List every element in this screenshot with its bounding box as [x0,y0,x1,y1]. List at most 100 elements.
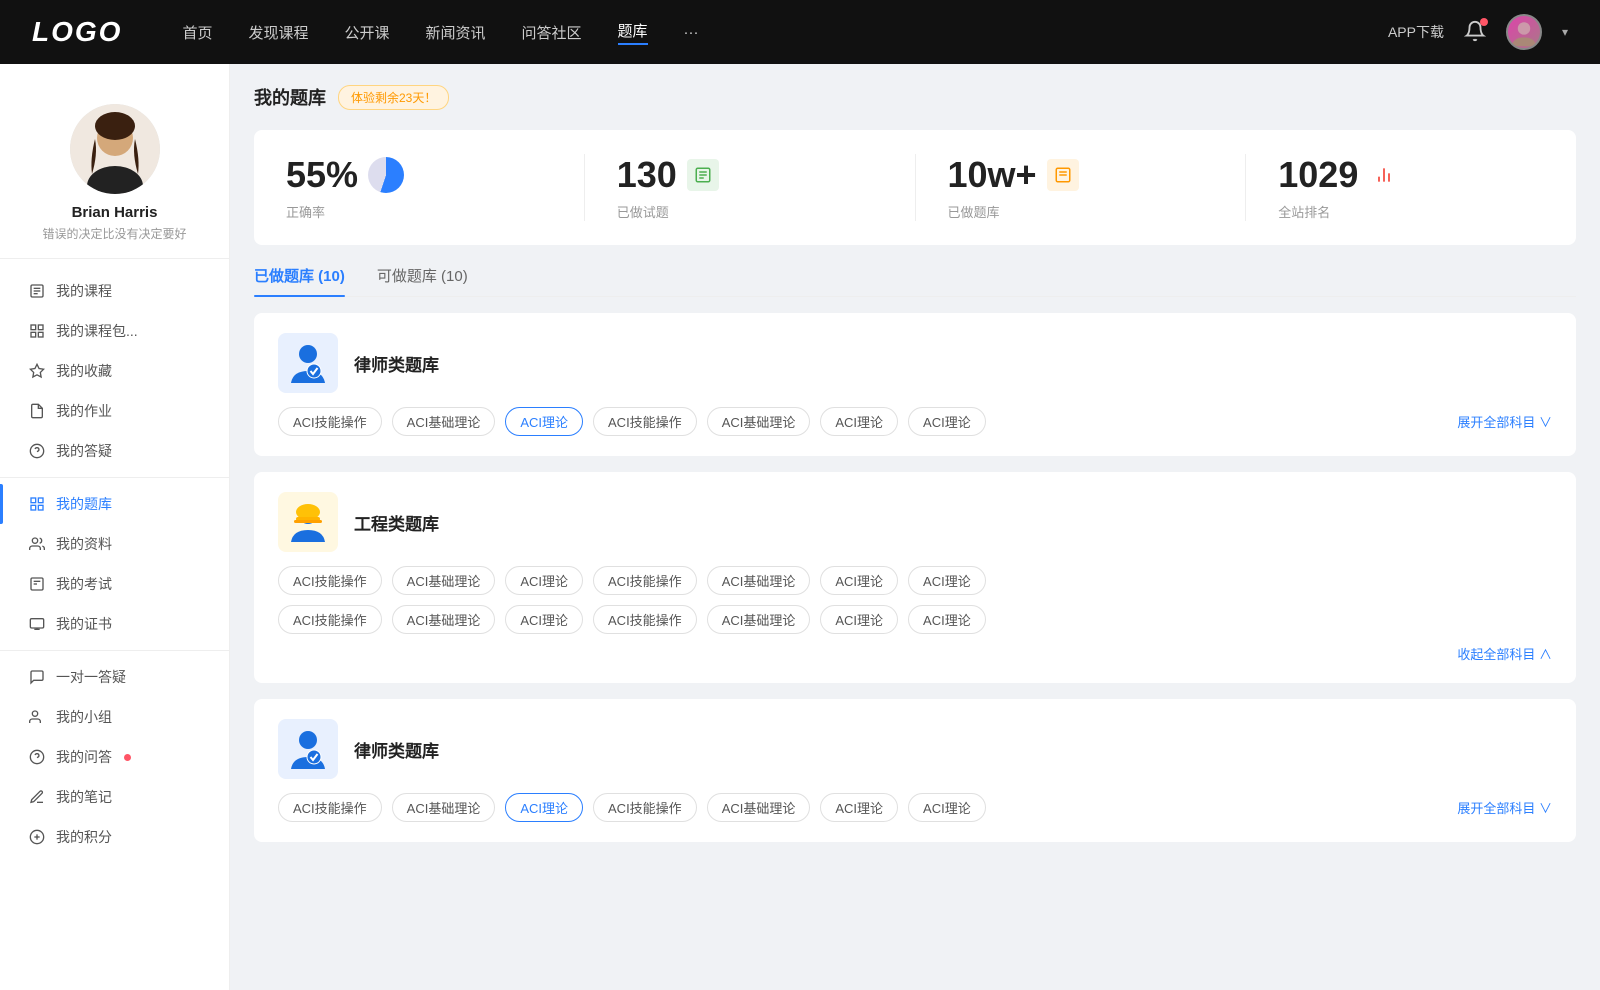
sidebar-item-cert[interactable]: 我的证书 [0,604,229,644]
sidebar: Brian Harris 错误的决定比没有决定要好 我的课程 [0,64,230,990]
qbank-header-lawyer-1: 律师类题库 [278,333,1552,393]
nav-item-questions[interactable]: 题库 [618,20,648,45]
notification-bell[interactable] [1464,20,1486,45]
profile-name: Brian Harris [72,204,158,221]
qbank-card-engineer: 工程类题库 ACI技能操作 ACI基础理论 ACI理论 ACI技能操作 ACI基… [254,472,1576,683]
sidebar-item-courses-label: 我的课程 [56,281,112,301]
sidebar-menu: 我的课程 我的课程包... 我的收藏 [0,267,229,861]
sidebar-item-profile[interactable]: 我的资料 [0,524,229,564]
tag-item[interactable]: ACI基础理论 [392,407,496,436]
tag-item[interactable]: ACI理论 [820,793,898,822]
sidebar-divider-1 [0,477,229,478]
sidebar-item-cert-label: 我的证书 [56,614,112,634]
tag-item[interactable]: ACI技能操作 [593,566,697,595]
sidebar-item-1on1[interactable]: 一对一答疑 [0,657,229,697]
sidebar-item-my-qa[interactable]: 我的答疑 [0,431,229,471]
qa-badge-dot [124,754,131,761]
tag-item[interactable]: ACI理论 [820,407,898,436]
sidebar-item-qbank-label: 我的题库 [56,494,112,514]
tag-item[interactable]: ACI技能操作 [593,407,697,436]
profile-section: Brian Harris 错误的决定比没有决定要好 [0,84,229,259]
sidebar-item-qa-posts-label: 我的问答 [56,747,112,767]
sidebar-item-notes[interactable]: 我的笔记 [0,777,229,817]
nav-menu: 首页 发现课程 公开课 新闻资讯 问答社区 题库 ··· [182,20,1388,45]
nav-item-more[interactable]: ··· [684,24,699,41]
pie-chart-icon [368,157,404,193]
nav-item-opencourse[interactable]: 公开课 [344,22,389,43]
tag-item[interactable]: ACI技能操作 [278,407,382,436]
tag-item[interactable]: ACI理论 [820,605,898,634]
sidebar-item-packages[interactable]: 我的课程包... [0,311,229,351]
tag-item[interactable]: ACI基础理论 [707,793,811,822]
sidebar-item-1on1-label: 一对一答疑 [56,667,126,687]
tag-item[interactable]: ACI理论 [820,566,898,595]
tag-item[interactable]: ACI技能操作 [278,605,382,634]
app-download-button[interactable]: APP下载 [1388,22,1444,42]
sidebar-item-qa-posts[interactable]: 我的问答 [0,737,229,777]
tag-item[interactable]: ACI基础理论 [392,605,496,634]
tag-item[interactable]: ACI基础理论 [707,407,811,436]
stat-top-done: 130 [617,154,719,196]
navbar-right: APP下载 ▾ [1388,14,1568,50]
stat-rank: 1029 全站排名 [1246,154,1576,221]
sidebar-item-homework[interactable]: 我的作业 [0,391,229,431]
tag-item[interactable]: ACI理论 [908,793,986,822]
stat-top-banks: 10w+ [948,154,1079,196]
expand-button-lawyer-1[interactable]: 展开全部科目 ∨ [1457,412,1552,431]
sidebar-item-qbank[interactable]: 我的题库 [0,484,229,524]
main-content: 我的题库 体验剩余23天！ 55% 正确率 130 [230,64,1600,990]
tag-item[interactable]: ACI理论 [908,407,986,436]
pencil-icon [28,788,46,806]
nav-item-news[interactable]: 新闻资讯 [426,22,486,43]
sidebar-item-exam[interactable]: 我的考试 [0,564,229,604]
note-icon [28,402,46,420]
stat-value-correct: 55% [286,154,358,196]
notification-dot [1480,18,1488,26]
tag-item[interactable]: ACI基础理论 [392,566,496,595]
green-doc-icon [687,159,719,191]
tag-item-active[interactable]: ACI理论 [505,793,583,822]
tag-item[interactable]: ACI技能操作 [593,793,697,822]
tag-item[interactable]: ACI基础理论 [392,793,496,822]
nav-item-home[interactable]: 首页 [182,22,212,43]
logo[interactable]: LOGO [32,16,122,48]
sidebar-item-group[interactable]: 我的小组 [0,697,229,737]
tag-item[interactable]: ACI基础理论 [707,605,811,634]
nav-item-qa[interactable]: 问答社区 [522,22,582,43]
sidebar-item-homework-label: 我的作业 [56,401,112,421]
qbank-header-lawyer-2: 律师类题库 [278,719,1552,779]
tag-item-active[interactable]: ACI理论 [505,407,583,436]
user-avatar[interactable] [1506,14,1542,50]
stat-label-banks: 已做题库 [948,202,1000,221]
sidebar-item-my-qa-label: 我的答疑 [56,441,112,461]
tag-item[interactable]: ACI技能操作 [278,566,382,595]
star-icon [28,362,46,380]
stat-label-rank: 全站排名 [1278,202,1330,221]
sidebar-item-courses[interactable]: 我的课程 [0,271,229,311]
sidebar-item-points[interactable]: 我的积分 [0,817,229,857]
expand-button-lawyer-2[interactable]: 展开全部科目 ∨ [1457,798,1552,817]
stat-done-banks: 10w+ 已做题库 [916,154,1247,221]
qbank-icon-lawyer-1 [278,333,338,393]
tag-item[interactable]: ACI理论 [908,605,986,634]
nav-item-discover[interactable]: 发现课程 [248,22,308,43]
qa-icon [28,748,46,766]
tag-item[interactable]: ACI技能操作 [278,793,382,822]
user-menu-dropdown[interactable]: ▾ [1562,25,1568,39]
tag-item[interactable]: ACI理论 [505,566,583,595]
tag-item[interactable]: ACI基础理论 [707,566,811,595]
sidebar-item-packages-label: 我的课程包... [56,321,138,341]
tag-item[interactable]: ACI理论 [505,605,583,634]
sidebar-item-group-label: 我的小组 [56,707,112,727]
tab-available[interactable]: 可做题库 (10) [377,265,468,296]
stat-value-rank: 1029 [1278,154,1358,196]
tab-done[interactable]: 已做题库 (10) [254,265,345,296]
tag-item[interactable]: ACI理论 [908,566,986,595]
profile-avatar [70,104,160,194]
qbank-title-engineer: 工程类题库 [354,510,439,535]
qbank-card-lawyer-2: 律师类题库 ACI技能操作 ACI基础理论 ACI理论 ACI技能操作 ACI基… [254,699,1576,842]
collapse-button-engineer[interactable]: 收起全部科目 ∧ [1457,644,1552,663]
tag-item[interactable]: ACI技能操作 [593,605,697,634]
sidebar-item-favorites[interactable]: 我的收藏 [0,351,229,391]
qbank-tags-lawyer-2: ACI技能操作 ACI基础理论 ACI理论 ACI技能操作 ACI基础理论 AC… [278,793,1447,822]
